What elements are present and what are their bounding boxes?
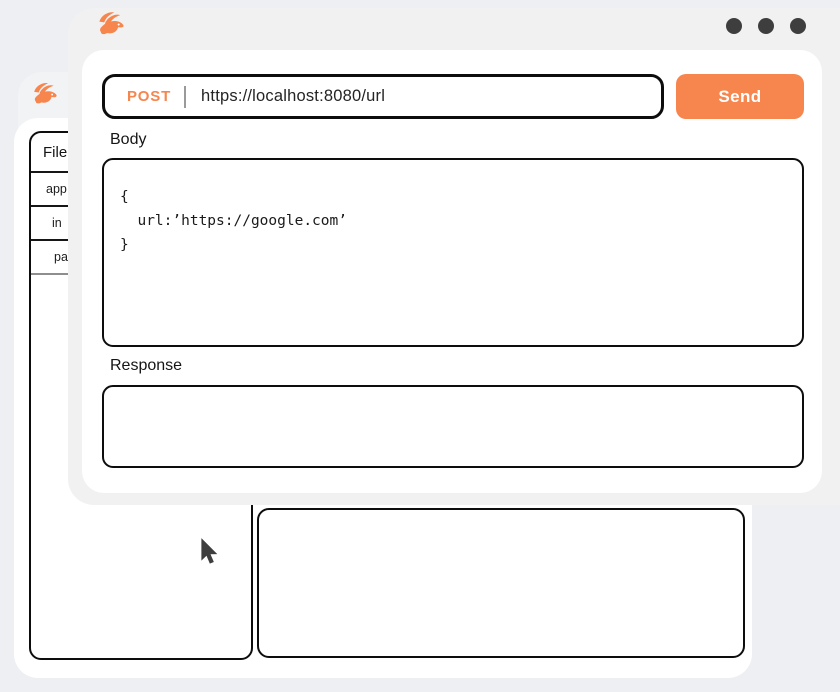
rabbit-logo-icon <box>31 81 59 107</box>
window-control-dot[interactable] <box>726 18 742 34</box>
rabbit-logo-icon <box>96 10 126 38</box>
response-output[interactable] <box>102 385 804 468</box>
body-editor[interactable]: { url:’https://google.com’ } <box>102 158 804 347</box>
url-input[interactable]: https://localhost:8080/url <box>201 87 385 106</box>
file-panel-header-label: File <box>43 144 67 161</box>
file-list-item-label: app <box>46 182 67 196</box>
send-button[interactable]: Send <box>676 74 804 119</box>
request-bar: POST https://localhost:8080/url <box>102 74 664 119</box>
body-section-label: Body <box>110 131 146 149</box>
response-section-label: Response <box>110 357 182 375</box>
mouse-cursor <box>200 538 218 566</box>
code-line: url:’https://google.com’ <box>120 209 790 233</box>
background-content-panel <box>257 508 745 658</box>
method-url-divider <box>184 86 186 108</box>
file-list-item-label: pa <box>54 250 68 264</box>
code-line: { <box>120 185 790 209</box>
window-control-dot[interactable] <box>758 18 774 34</box>
code-line: } <box>120 233 790 257</box>
method-selector[interactable]: POST <box>127 88 171 105</box>
file-list-item-label: in <box>52 216 62 230</box>
window-control-dot[interactable] <box>790 18 806 34</box>
desktop-background: File app in pa POST https://localhost:80… <box>0 0 840 692</box>
